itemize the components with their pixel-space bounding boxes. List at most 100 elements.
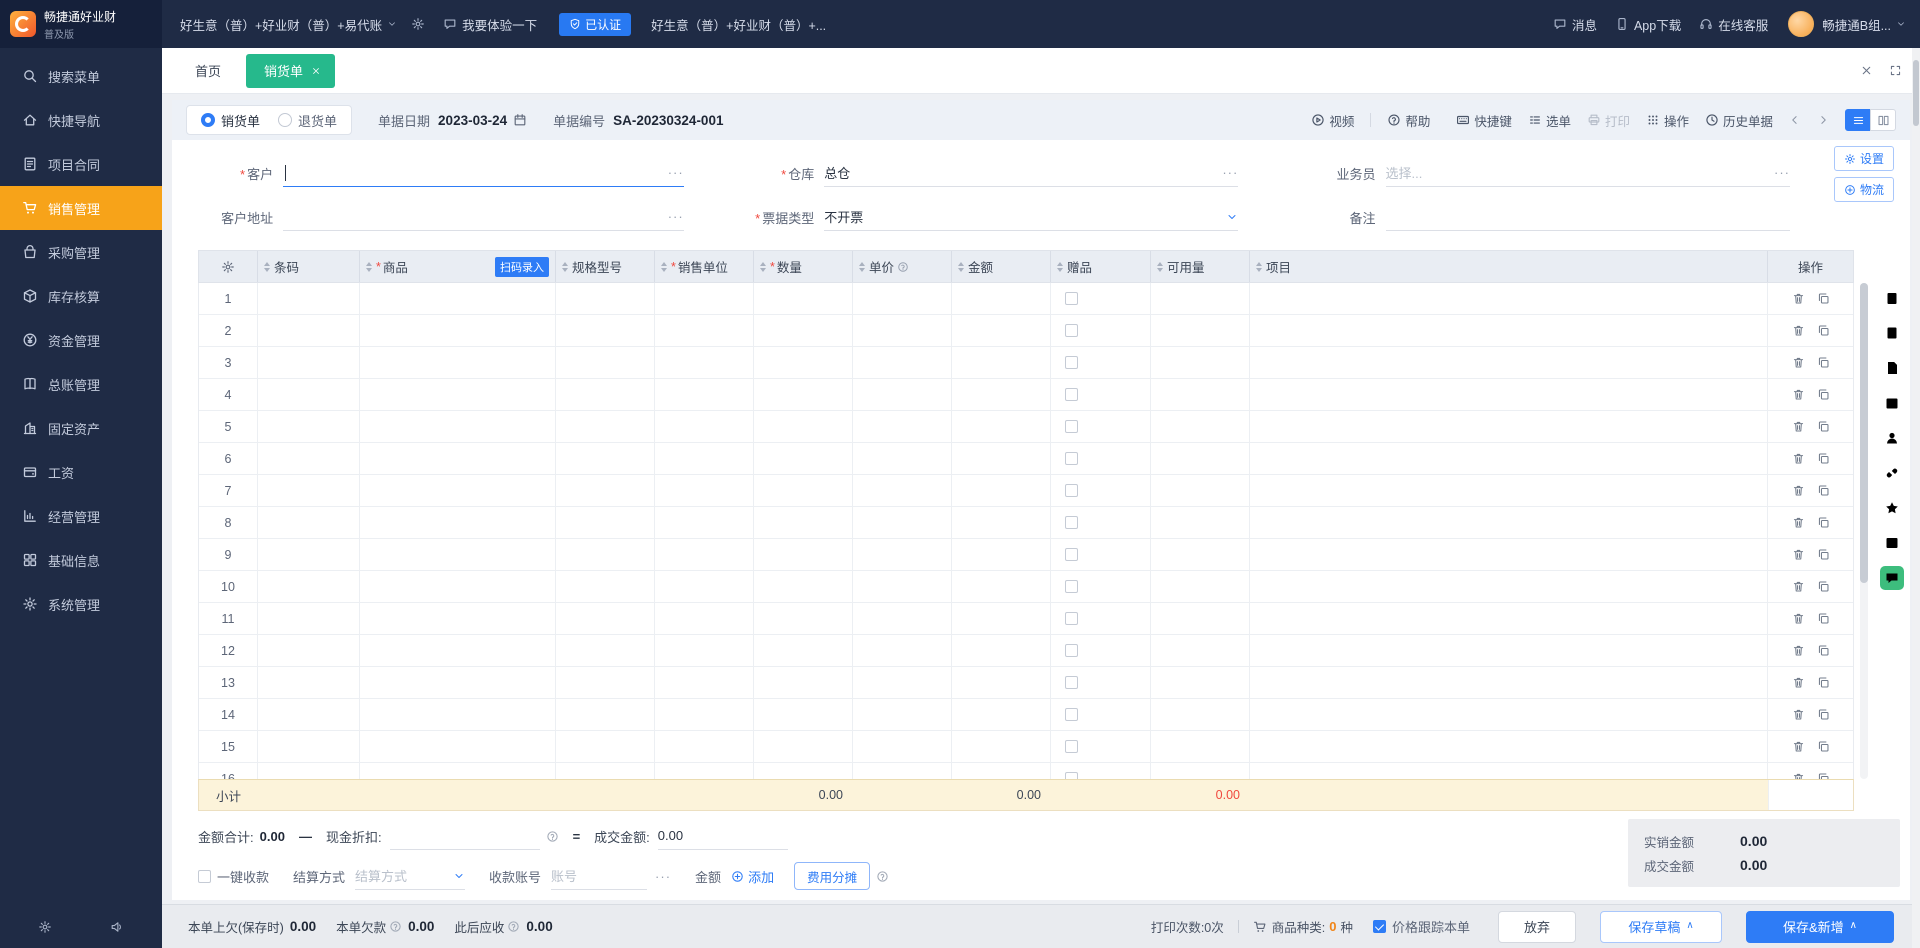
cell-spec[interactable] [556, 283, 655, 314]
delete-row-icon[interactable] [1792, 740, 1805, 753]
sort-icon[interactable] [1057, 262, 1063, 272]
experience-link[interactable]: 我要体验一下 [443, 15, 537, 34]
cell-unit[interactable] [655, 347, 754, 378]
online-service-button[interactable]: 在线客服 [1699, 15, 1768, 34]
cell-amount[interactable] [952, 571, 1051, 602]
cell-product[interactable] [360, 475, 556, 506]
cell-project[interactable] [1250, 603, 1768, 634]
cell-spec[interactable] [556, 539, 655, 570]
cell-product[interactable] [360, 571, 556, 602]
pick-order-button[interactable]: 选单 [1528, 111, 1571, 130]
copy-row-icon[interactable] [1817, 324, 1830, 337]
cell-amount[interactable] [952, 603, 1051, 634]
scrollbar-thumb[interactable] [1913, 60, 1919, 126]
cell-spec[interactable] [556, 379, 655, 410]
table-row-12[interactable]: 12 [199, 635, 1853, 667]
cell-product[interactable] [360, 379, 556, 410]
table-row-8[interactable]: 8 [199, 507, 1853, 539]
cell-project[interactable] [1250, 283, 1768, 314]
cell-product[interactable] [360, 443, 556, 474]
column-header-unit[interactable]: * 销售单位 [655, 251, 754, 282]
column-settings-button[interactable] [199, 251, 258, 282]
close-all-tabs-icon[interactable] [1860, 64, 1873, 77]
sidebar-item-system[interactable]: 系统管理 [0, 582, 162, 626]
radio-return-order[interactable]: 退货单 [278, 111, 337, 130]
copy-row-icon[interactable] [1817, 740, 1830, 753]
app-logo[interactable]: 畅捷通好业财 普及版 [0, 0, 162, 48]
table-row-9[interactable]: 9 [199, 539, 1853, 571]
cell-barcode[interactable] [258, 443, 360, 474]
cell-barcode[interactable] [258, 571, 360, 602]
view-list-toggle[interactable] [1845, 109, 1871, 131]
expense-share-button[interactable]: 费用分摊 [794, 862, 871, 890]
cell-price[interactable] [853, 731, 952, 762]
column-header-gift[interactable]: 赠品 [1051, 251, 1151, 282]
sort-icon[interactable] [1256, 262, 1262, 272]
cell-qty[interactable] [754, 667, 853, 698]
cell-barcode[interactable] [258, 347, 360, 378]
cell-unit[interactable] [655, 635, 754, 666]
announcement-icon[interactable] [110, 920, 124, 934]
scrollbar-thumb[interactable] [1860, 283, 1868, 583]
cell-project[interactable] [1250, 667, 1768, 698]
delete-row-icon[interactable] [1792, 612, 1805, 625]
cell-unit[interactable] [655, 283, 754, 314]
cell-available[interactable] [1151, 635, 1250, 666]
cell-project[interactable] [1250, 731, 1768, 762]
deal-amount-input[interactable]: 0.00 [657, 822, 788, 850]
table-row-14[interactable]: 14 [199, 699, 1853, 731]
workspace-switcher[interactable]: 好生意（普）+好业财（普）+易代账 [180, 15, 397, 34]
radio-sales-order[interactable]: 销货单 [201, 111, 260, 130]
cell-project[interactable] [1250, 443, 1768, 474]
cell-price[interactable] [853, 667, 952, 698]
cell-spec[interactable] [556, 443, 655, 474]
cell-amount[interactable] [952, 315, 1051, 346]
cell-price[interactable] [853, 603, 952, 634]
delete-row-icon[interactable] [1792, 356, 1805, 369]
column-header-spec[interactable]: 规格型号 [556, 251, 655, 282]
info-icon[interactable] [897, 261, 909, 273]
table-row-3[interactable]: 3 [199, 347, 1853, 379]
sidebar-item-contract[interactable]: 项目合同 [0, 142, 162, 186]
settings-button[interactable]: 设置 [1833, 146, 1894, 171]
copy-row-icon[interactable] [1817, 644, 1830, 657]
cell-qty[interactable] [754, 635, 853, 666]
sidebar-item-sales[interactable]: 销售管理 [0, 186, 162, 230]
cell-product[interactable] [360, 283, 556, 314]
cell-barcode[interactable] [258, 731, 360, 762]
copy-row-icon[interactable] [1817, 420, 1830, 433]
receipt-account-input[interactable]: 账号 [551, 862, 648, 890]
settings-icon[interactable] [38, 920, 52, 934]
cell-qty[interactable] [754, 443, 853, 474]
cell-unit[interactable] [655, 763, 754, 779]
gift-checkbox[interactable] [1065, 292, 1078, 305]
cell-amount[interactable] [952, 347, 1051, 378]
chevron-down-icon[interactable] [1226, 211, 1238, 223]
cell-product[interactable] [360, 347, 556, 378]
delete-row-icon[interactable] [1792, 516, 1805, 529]
cell-price[interactable] [853, 411, 952, 442]
cell-qty[interactable] [754, 475, 853, 506]
cell-price[interactable] [853, 443, 952, 474]
cell-product[interactable] [360, 763, 556, 779]
copy-row-icon[interactable] [1817, 612, 1830, 625]
cell-qty[interactable] [754, 539, 853, 570]
cell-unit[interactable] [655, 507, 754, 538]
remark-input[interactable] [1385, 203, 1790, 231]
cell-project[interactable] [1250, 539, 1768, 570]
copy-row-icon[interactable] [1817, 548, 1830, 561]
cell-product[interactable] [360, 731, 556, 762]
cell-amount[interactable] [952, 507, 1051, 538]
delete-row-icon[interactable] [1792, 548, 1805, 561]
cell-unit[interactable] [655, 571, 754, 602]
table-scrollbar[interactable] [1860, 283, 1868, 779]
table-row-7[interactable]: 7 [199, 475, 1853, 507]
cell-available[interactable] [1151, 443, 1250, 474]
gift-checkbox[interactable] [1065, 356, 1078, 369]
sidebar-item-inventory[interactable]: 库存核算 [0, 274, 162, 318]
sidebar-item-asset[interactable]: 固定资产 [0, 406, 162, 450]
copy-row-icon[interactable] [1817, 452, 1830, 465]
cell-qty[interactable] [754, 283, 853, 314]
cell-available[interactable] [1151, 379, 1250, 410]
actions-button[interactable]: 操作 [1646, 111, 1689, 130]
